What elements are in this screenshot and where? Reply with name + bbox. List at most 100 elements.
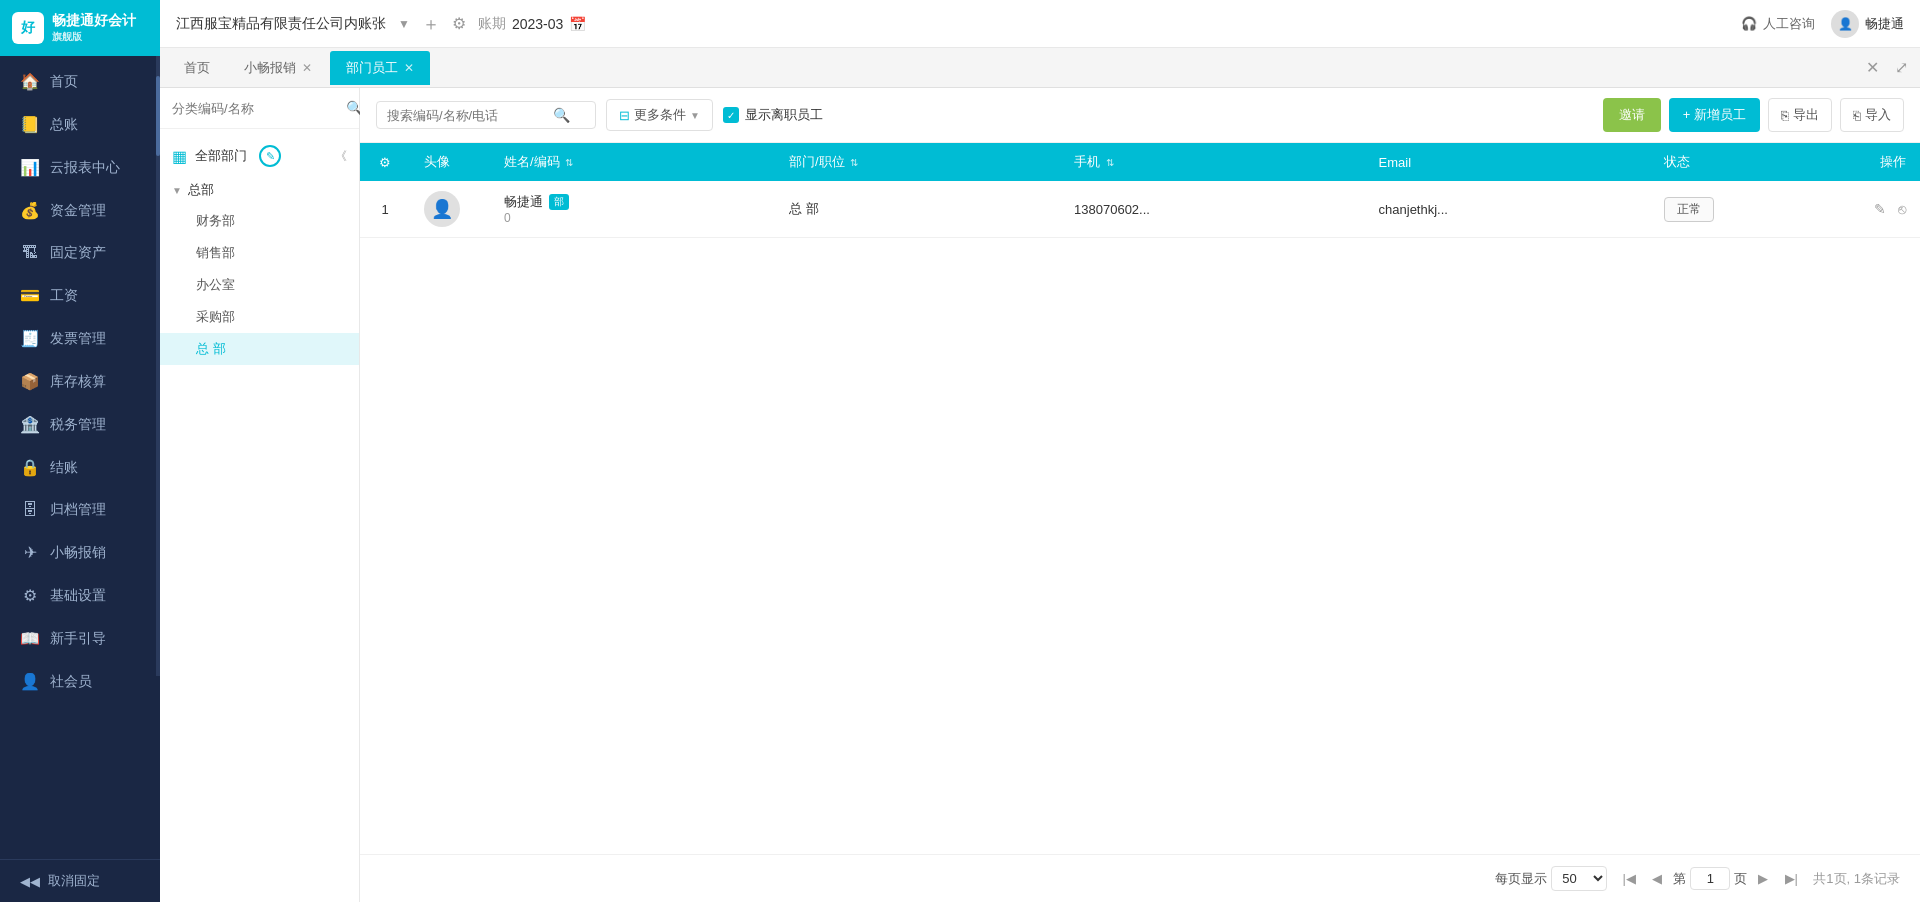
topbar-right: 🎧 人工咨询 👤 畅捷通 [1741,10,1904,38]
employee-search-bar: 🔍 [376,101,596,129]
tax-icon: 🏦 [20,415,40,434]
table-body: 1 👤 畅捷通 部 0 [360,181,1920,238]
exit-employee-button[interactable]: ⎋ [1898,201,1906,217]
sidebar-item-invoice[interactable]: 🧾 发票管理 [0,317,160,360]
name-badge-wrap: 畅捷通 部 [504,193,761,211]
add-company-button[interactable]: ＋ [422,12,440,36]
dept-collapse-icon[interactable]: 《 [335,148,347,165]
sidebar-item-close[interactable]: 🔒 结账 [0,446,160,489]
sidebar-item-home[interactable]: 🏠 首页 [0,60,160,103]
row-actions: ✎ ⎋ [1800,181,1920,238]
close-window-button[interactable]: ✕ [1862,54,1883,81]
root-dept-header[interactable]: ▼ 总部 [160,175,359,205]
show-resigned-toggle[interactable]: ✓ 显示离职员工 [723,106,823,124]
dept-search-bar: 🔍 [160,88,359,129]
employee-table: ⚙ 头像 姓名/编码 ⇅ 部门/职位 ⇅ 手机 [360,143,1920,238]
next-page-button[interactable]: ▶ [1751,867,1775,891]
col-avatar: 头像 [410,143,490,181]
sidebar-item-reports[interactable]: 📊 云报表中心 [0,146,160,189]
employee-avatar: 👤 [424,191,460,227]
settings-gear-icon[interactable]: ⚙ [452,14,466,33]
calendar-icon[interactable]: 📅 [569,16,586,32]
more-filter-button[interactable]: ⊟ 更多条件 ▼ [606,99,713,131]
filter-icon: ⊟ [619,108,630,123]
employee-dept-badge: 部 [549,194,569,210]
dept-item-sales[interactable]: 销售部 [160,237,359,269]
sidebar-item-payroll[interactable]: 💳 工资 [0,274,160,317]
sidebar-item-settings[interactable]: ⚙ 基础设置 [0,574,160,617]
employee-code: 0 [504,211,761,225]
prev-page-button[interactable]: ◀ [1645,867,1669,891]
page-prefix-label: 第 [1673,870,1686,888]
tab-window-controls: ✕ ⤢ [1862,54,1912,81]
tab-home[interactable]: 首页 [168,51,226,85]
dept-item-finance[interactable]: 财务部 [160,205,359,237]
unpin-icon: ◀◀ [20,874,40,889]
add-employee-button[interactable]: + 新增员工 [1669,98,1760,132]
edit-employee-button[interactable]: ✎ [1874,201,1886,217]
show-resigned-checkbox[interactable]: ✓ [723,107,739,123]
dept-item-headquarters[interactable]: 总 部 [160,333,359,365]
employee-name: 畅捷通 [504,193,543,211]
company-dropdown-icon[interactable]: ▼ [398,17,410,31]
sidebar-item-expense[interactable]: ✈ 小畅报销 [0,531,160,574]
app-logo: 好 畅捷通好会计 旗舰版 [0,0,160,56]
user-menu[interactable]: 👤 畅捷通 [1831,10,1904,38]
dept-item-procurement[interactable]: 采购部 [160,301,359,333]
archive-icon: 🗄 [20,501,40,519]
col-dept[interactable]: 部门/职位 ⇅ [775,143,1060,181]
table-header: ⚙ 头像 姓名/编码 ⇅ 部门/职位 ⇅ 手机 [360,143,1920,181]
sidebar-item-tax[interactable]: 🏦 税务管理 [0,403,160,446]
avatar: 👤 [1831,10,1859,38]
payroll-icon: 💳 [20,286,40,305]
import-button[interactable]: ⎗ 导入 [1840,98,1904,132]
close-expense-tab[interactable]: ✕ [302,61,312,75]
name-sort-icon: ⇅ [565,157,573,168]
main-area: 江西服宝精品有限责任公司内账张 ▼ ＋ ⚙ 账期 2023-03 📅 🎧 人工咨… [160,0,1920,902]
sidebar-item-guide[interactable]: 📖 新手引导 [0,617,160,660]
last-page-button[interactable]: ▶| [1779,867,1803,891]
col-phone[interactable]: 手机 ⇅ [1060,143,1365,181]
expand-window-button[interactable]: ⤢ [1891,54,1912,81]
sidebar-item-archive[interactable]: 🗄 归档管理 [0,489,160,531]
dept-item-office[interactable]: 办公室 [160,269,359,301]
right-panel: 🔍 ⊟ 更多条件 ▼ ✓ 显示离职员工 邀请 + 新增员工 ⎘ 导出 [360,88,1920,902]
sidebar-item-inventory[interactable]: 📦 库存核算 [0,360,160,403]
page-suffix-label: 页 [1734,870,1747,888]
first-page-button[interactable]: |◀ [1617,867,1641,891]
page-number-input[interactable] [1690,867,1730,890]
col-email: Email [1365,143,1650,181]
dept-edit-button[interactable]: ✎ [259,145,281,167]
row-name-code: 畅捷通 部 0 [490,181,775,238]
grid-icon: ▦ [172,147,187,166]
invite-button[interactable]: 邀请 [1603,98,1661,132]
page-size-select[interactable]: 50 20 100 [1551,866,1607,891]
export-button[interactable]: ⎘ 导出 [1768,98,1832,132]
row-avatar: 👤 [410,181,490,238]
page-total-label: 共1页, 1条记录 [1813,870,1900,888]
tab-dept[interactable]: 部门员工 ✕ [330,51,430,85]
dept-search-input[interactable] [172,101,340,116]
col-name[interactable]: 姓名/编码 ⇅ [490,143,775,181]
all-dept-item[interactable]: ▦ 全部部门 ✎ 《 [160,137,359,175]
close-dept-tab[interactable]: ✕ [404,61,414,75]
guide-icon: 📖 [20,629,40,648]
unpin-button[interactable]: ◀◀ 取消固定 [0,859,160,902]
sidebar-item-ledger[interactable]: 📒 总账 [0,103,160,146]
sidebar-item-assets[interactable]: 🏗 固定资产 [0,232,160,274]
table-row: 1 👤 畅捷通 部 0 [360,181,1920,238]
close-icon: 🔒 [20,458,40,477]
sidebar-item-members[interactable]: 👤 社会员 [0,660,160,703]
import-icon: ⎗ [1853,108,1861,123]
toolbar-right-actions: 邀请 + 新增员工 ⎘ 导出 ⎗ 导入 [1603,98,1904,132]
tab-expense[interactable]: 小畅报销 ✕ [228,51,328,85]
inventory-icon: 📦 [20,372,40,391]
col-settings[interactable]: ⚙ [360,143,410,181]
employee-search-input[interactable] [387,108,547,123]
service-button[interactable]: 🎧 人工咨询 [1741,15,1815,33]
employee-search-icon[interactable]: 🔍 [553,107,570,123]
export-icon: ⎘ [1781,108,1789,123]
row-phone: 138070602... [1060,181,1365,238]
sidebar-item-funds[interactable]: 💰 资金管理 [0,189,160,232]
content-area: 🔍 ▦ 全部部门 ✎ 《 ▼ 总部 财务部 销售部 [160,88,1920,902]
